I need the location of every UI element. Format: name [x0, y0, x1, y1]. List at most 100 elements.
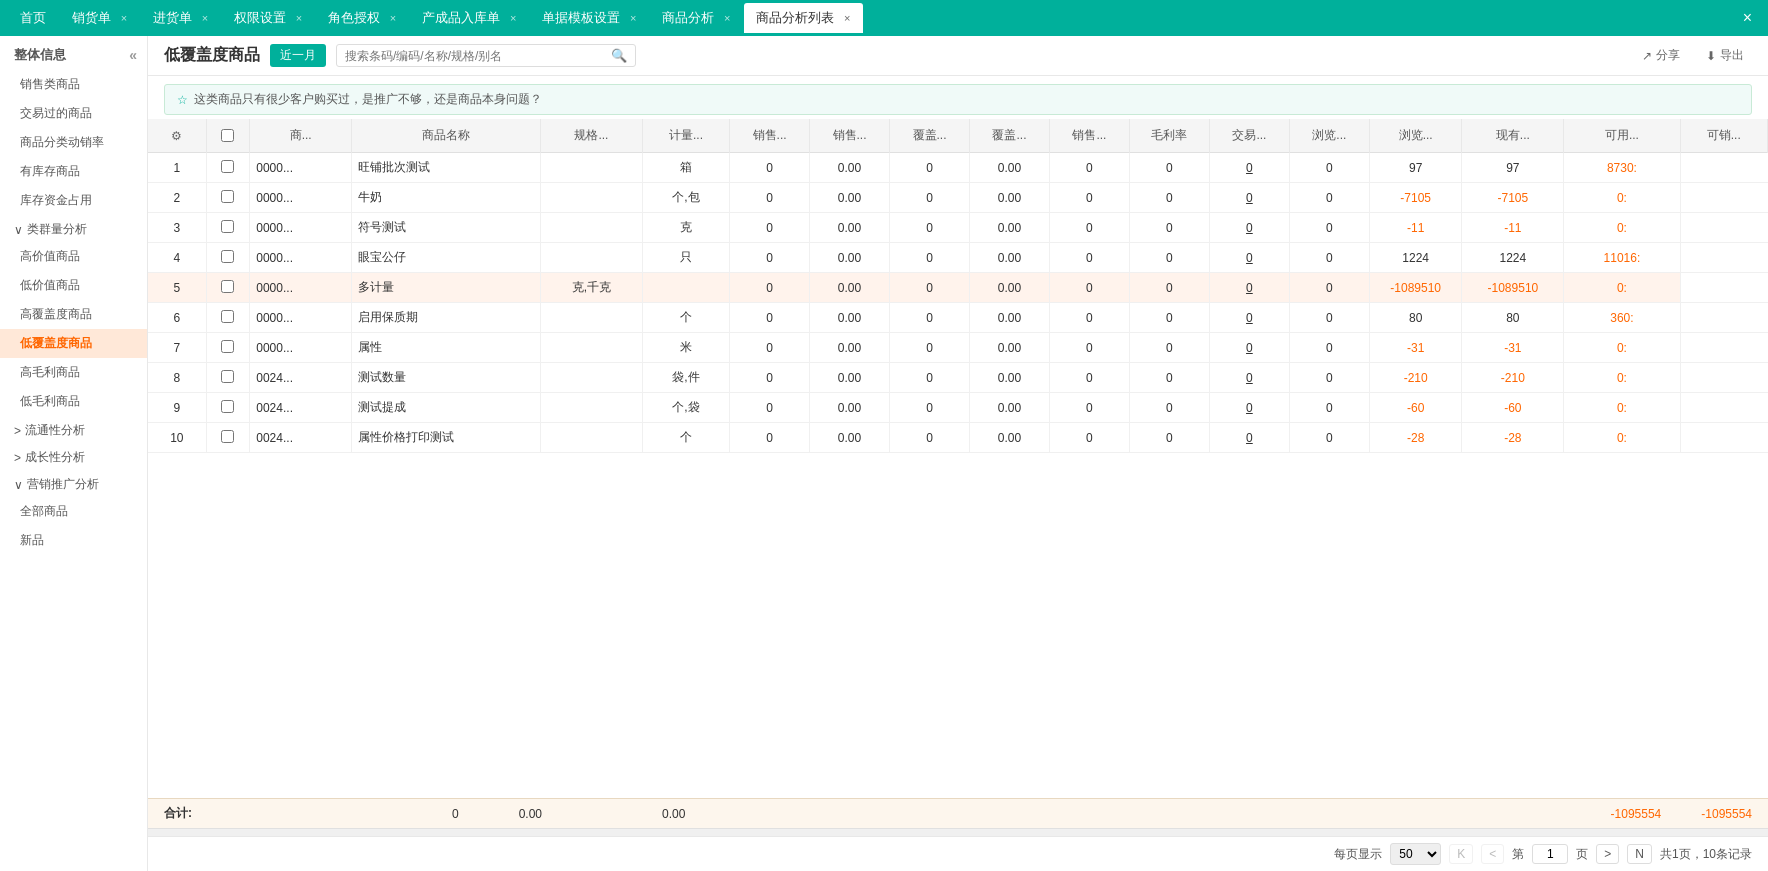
- row-browse1[interactable]: 0: [1209, 333, 1289, 363]
- browse-link[interactable]: 0: [1246, 221, 1253, 235]
- sidebar-item-high-margin[interactable]: 高毛利商品: [0, 358, 147, 387]
- row-checkbox[interactable]: [206, 303, 250, 333]
- th-s1[interactable]: 销售...: [730, 119, 810, 153]
- th-spec[interactable]: 规格...: [541, 119, 643, 153]
- row-browse1[interactable]: 0: [1209, 393, 1289, 423]
- nav-analysis-list[interactable]: 商品分析列表 ×: [744, 3, 862, 33]
- browse-link[interactable]: 0: [1246, 311, 1253, 325]
- th-browse1[interactable]: 浏览...: [1289, 119, 1369, 153]
- nav-analysis[interactable]: 商品分析 ×: [650, 3, 742, 33]
- nav-sales[interactable]: 销货单 ×: [60, 3, 139, 33]
- sidebar-group-crowd[interactable]: ∨ 类群量分析: [0, 215, 147, 242]
- browse-link[interactable]: 0: [1246, 431, 1253, 445]
- sidebar-item-low-coverage[interactable]: 低覆盖度商品: [0, 329, 147, 358]
- th-browse2[interactable]: 浏览...: [1369, 119, 1462, 153]
- th-margin[interactable]: 毛利率: [1129, 119, 1209, 153]
- sidebar-item-instock[interactable]: 有库存商品: [0, 157, 147, 186]
- filter-period-btn[interactable]: 近一月: [270, 44, 326, 67]
- th-trade[interactable]: 交易...: [1209, 119, 1289, 153]
- th-code[interactable]: 商...: [250, 119, 352, 153]
- th-available[interactable]: 可用...: [1564, 119, 1680, 153]
- row-checkbox[interactable]: [206, 393, 250, 423]
- row-checkbox[interactable]: [206, 423, 250, 453]
- sidebar-item-high-coverage[interactable]: 高覆盖度商品: [0, 300, 147, 329]
- sidebar-item-sales-goods[interactable]: 销售类商品: [0, 70, 147, 99]
- nav-permissions-close[interactable]: ×: [296, 12, 302, 24]
- row-browse1[interactable]: 0: [1209, 213, 1289, 243]
- sidebar-group-marketing[interactable]: ∨ 营销推广分析: [0, 470, 147, 497]
- row-select-checkbox[interactable]: [221, 190, 234, 203]
- row-select-checkbox[interactable]: [221, 310, 234, 323]
- nav-roles-close[interactable]: ×: [390, 12, 396, 24]
- sidebar-item-category-rate[interactable]: 商品分类动销率: [0, 128, 147, 157]
- browse-link[interactable]: 0: [1246, 161, 1253, 175]
- sidebar-group-flow[interactable]: > 流通性分析: [0, 416, 147, 443]
- th-settings[interactable]: ⚙: [148, 119, 206, 153]
- browse-link[interactable]: 0: [1246, 401, 1253, 415]
- nav-purchase-close[interactable]: ×: [202, 12, 208, 24]
- th-s4[interactable]: 覆盖...: [970, 119, 1050, 153]
- sidebar-item-traded-goods[interactable]: 交易过的商品: [0, 99, 147, 128]
- sidebar-item-new-goods[interactable]: 新品: [0, 526, 147, 555]
- nav-analysis-close[interactable]: ×: [724, 12, 730, 24]
- sidebar-item-low-margin[interactable]: 低毛利商品: [0, 387, 147, 416]
- sidebar-group-growth[interactable]: > 成长性分析: [0, 443, 147, 470]
- row-checkbox[interactable]: [206, 333, 250, 363]
- nav-products-close[interactable]: ×: [510, 12, 516, 24]
- sidebar-item-high-value[interactable]: 高价值商品: [0, 242, 147, 271]
- sidebar-collapse-btn[interactable]: «: [129, 47, 137, 63]
- nav-templates-close[interactable]: ×: [630, 12, 636, 24]
- row-browse1[interactable]: 0: [1209, 153, 1289, 183]
- browse-link[interactable]: 0: [1246, 251, 1253, 265]
- th-s2[interactable]: 销售...: [810, 119, 890, 153]
- row-checkbox[interactable]: [206, 273, 250, 303]
- browse-link[interactable]: 0: [1246, 371, 1253, 385]
- row-select-checkbox[interactable]: [221, 220, 234, 233]
- browse-link[interactable]: 0: [1246, 191, 1253, 205]
- row-checkbox[interactable]: [206, 183, 250, 213]
- nav-roles[interactable]: 角色授权 ×: [316, 3, 408, 33]
- th-s5[interactable]: 销售...: [1049, 119, 1129, 153]
- row-browse1[interactable]: 0: [1209, 273, 1289, 303]
- search-input[interactable]: [345, 49, 611, 63]
- row-select-checkbox[interactable]: [221, 370, 234, 383]
- nav-purchase[interactable]: 进货单 ×: [141, 3, 220, 33]
- sidebar-item-capital[interactable]: 库存资金占用: [0, 186, 147, 215]
- th-current[interactable]: 现有...: [1462, 119, 1564, 153]
- row-browse1[interactable]: 0: [1209, 363, 1289, 393]
- nav-products[interactable]: 产成品入库单 ×: [410, 3, 528, 33]
- browse-link[interactable]: 0: [1246, 281, 1253, 295]
- row-select-checkbox[interactable]: [221, 160, 234, 173]
- select-all-checkbox[interactable]: [221, 129, 234, 142]
- sidebar-item-low-value[interactable]: 低价值商品: [0, 271, 147, 300]
- sidebar-item-all-goods[interactable]: 全部商品: [0, 497, 147, 526]
- th-name[interactable]: 商品名称: [352, 119, 541, 153]
- th-checkbox[interactable]: [206, 119, 250, 153]
- nav-analysis-list-close[interactable]: ×: [844, 12, 850, 24]
- nav-sales-close[interactable]: ×: [121, 12, 127, 24]
- share-btn[interactable]: ↗ 分享: [1634, 44, 1688, 67]
- th-saleable[interactable]: 可销...: [1680, 119, 1767, 153]
- row-select-checkbox[interactable]: [221, 400, 234, 413]
- window-close-btn[interactable]: ×: [1735, 5, 1760, 31]
- th-unit[interactable]: 计量...: [642, 119, 729, 153]
- nav-permissions[interactable]: 权限设置 ×: [222, 3, 314, 33]
- page-input[interactable]: [1532, 844, 1568, 864]
- row-browse1[interactable]: 0: [1209, 243, 1289, 273]
- prev-page-btn[interactable]: <: [1481, 844, 1504, 864]
- row-checkbox[interactable]: [206, 213, 250, 243]
- last-page-btn[interactable]: N: [1627, 844, 1652, 864]
- row-checkbox[interactable]: [206, 153, 250, 183]
- export-btn[interactable]: ⬇ 导出: [1698, 44, 1752, 67]
- row-checkbox[interactable]: [206, 243, 250, 273]
- page-size-select[interactable]: 20 50 100: [1390, 843, 1441, 865]
- settings-icon[interactable]: ⚙: [171, 129, 182, 143]
- row-browse1[interactable]: 0: [1209, 183, 1289, 213]
- row-select-checkbox[interactable]: [221, 250, 234, 263]
- row-checkbox[interactable]: [206, 363, 250, 393]
- th-s3[interactable]: 覆盖...: [890, 119, 970, 153]
- nav-home[interactable]: 首页: [8, 3, 58, 33]
- table-wrapper[interactable]: ⚙ 商... 商品名称 规格... 计量... 销售... 销售... 覆盖..…: [148, 119, 1768, 798]
- browse-link[interactable]: 0: [1246, 341, 1253, 355]
- horizontal-scrollbar[interactable]: [148, 828, 1768, 836]
